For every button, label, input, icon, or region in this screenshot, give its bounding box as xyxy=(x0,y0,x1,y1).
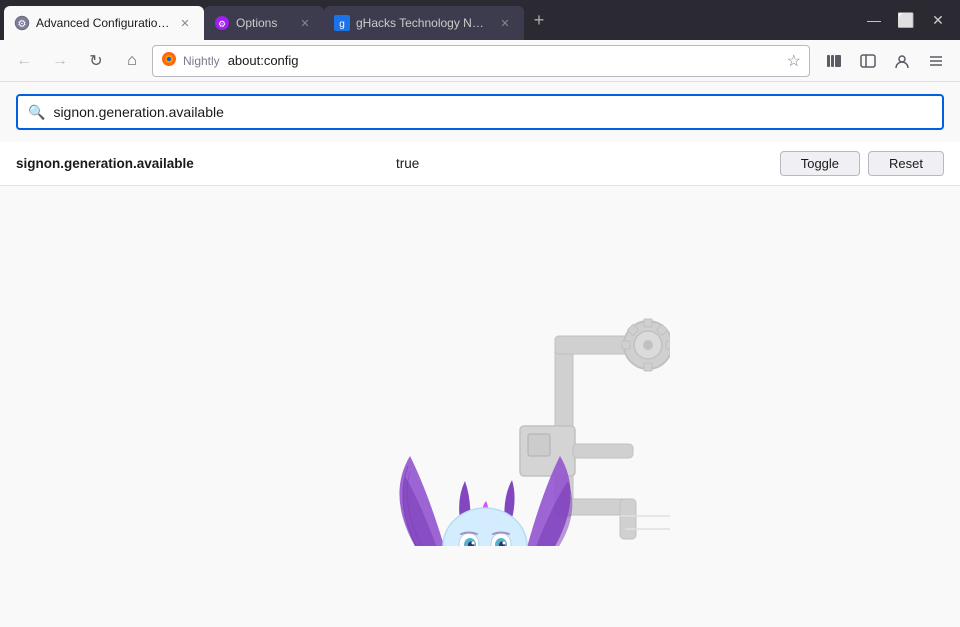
tab-ghacks[interactable]: g gHacks Technology News ✕ xyxy=(324,6,524,40)
reload-icon: ↻ xyxy=(89,51,102,71)
tabs-area: ⚙ Advanced Configurations ✕ ⚙ Options ✕ xyxy=(0,0,852,40)
result-row: signon.generation.available true Toggle … xyxy=(0,142,960,186)
result-value: true xyxy=(396,156,780,171)
browser-label: Nightly xyxy=(183,54,220,68)
illustration-area xyxy=(0,246,960,546)
add-tab-button[interactable]: + xyxy=(524,5,554,35)
minimize-button[interactable]: — xyxy=(860,6,888,34)
result-name: signon.generation.available xyxy=(16,156,396,171)
search-bar: 🔍 xyxy=(0,82,960,142)
svg-text:⚙: ⚙ xyxy=(218,19,226,29)
title-bar: ⚙ Advanced Configurations ✕ ⚙ Options ✕ xyxy=(0,0,960,40)
tab-favicon-ghacks: g xyxy=(334,15,350,31)
nav-bar: ← → ↻ ⌂ Nightly ☆ xyxy=(0,40,960,82)
reload-button[interactable]: ↻ xyxy=(80,45,112,77)
search-icon: 🔍 xyxy=(28,104,45,121)
forward-button[interactable]: → xyxy=(44,45,76,77)
svg-text:⚙: ⚙ xyxy=(18,19,27,30)
maximize-button[interactable]: ⬜ xyxy=(892,6,920,34)
search-input[interactable] xyxy=(53,104,932,120)
tab-label-ghacks: gHacks Technology News xyxy=(356,16,490,30)
result-actions: Toggle Reset xyxy=(780,151,944,176)
toolbar-icons xyxy=(818,45,952,77)
toggle-button[interactable]: Toggle xyxy=(780,151,860,176)
window-controls: — ⬜ ✕ xyxy=(852,0,960,40)
menu-button[interactable] xyxy=(920,45,952,77)
search-input-wrap[interactable]: 🔍 xyxy=(16,94,944,130)
tab-close-ghacks[interactable]: ✕ xyxy=(496,14,514,32)
account-button[interactable] xyxy=(886,45,918,77)
address-input[interactable] xyxy=(228,53,781,68)
tab-advanced-config[interactable]: ⚙ Advanced Configurations ✕ xyxy=(4,6,204,40)
tab-favicon-options: ⚙ xyxy=(214,15,230,31)
reset-button[interactable]: Reset xyxy=(868,151,944,176)
tab-label-advanced-config: Advanced Configurations xyxy=(36,16,170,30)
browser-logo xyxy=(161,51,177,70)
tab-close-advanced-config[interactable]: ✕ xyxy=(176,14,194,32)
nightly-dragon-illustration xyxy=(290,246,670,546)
tab-close-options[interactable]: ✕ xyxy=(296,14,314,32)
content-area: 🔍 signon.generation.available true Toggl… xyxy=(0,82,960,627)
back-icon: ← xyxy=(16,52,32,70)
sidebars-button[interactable] xyxy=(852,45,884,77)
tab-options[interactable]: ⚙ Options ✕ xyxy=(204,6,324,40)
address-bar[interactable]: Nightly ☆ xyxy=(152,45,810,77)
library-button[interactable] xyxy=(818,45,850,77)
forward-icon: → xyxy=(52,52,68,70)
bookmark-star-icon[interactable]: ☆ xyxy=(787,51,801,71)
close-button[interactable]: ✕ xyxy=(924,6,952,34)
tab-favicon-config: ⚙ xyxy=(14,15,30,31)
tab-label-options: Options xyxy=(236,16,290,30)
back-button[interactable]: ← xyxy=(8,45,40,77)
svg-text:g: g xyxy=(339,19,345,30)
home-button[interactable]: ⌂ xyxy=(116,45,148,77)
home-icon: ⌂ xyxy=(127,52,137,70)
